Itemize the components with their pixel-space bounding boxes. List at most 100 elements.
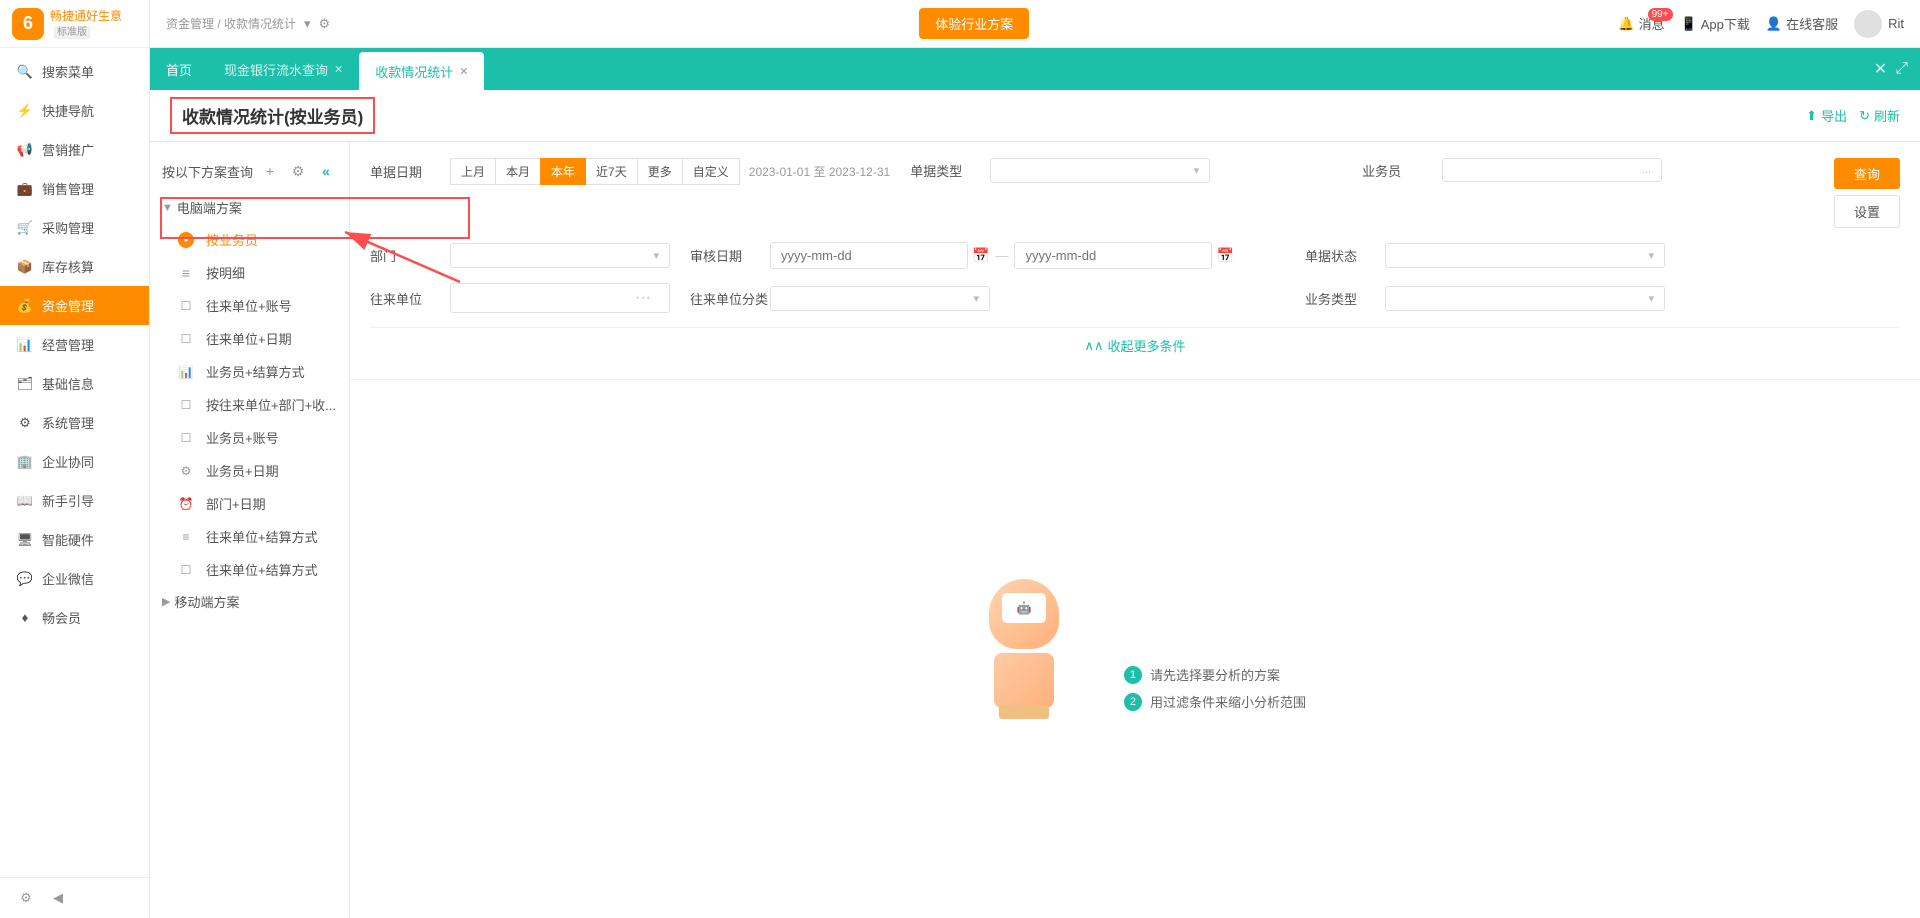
page-header: 收款情况统计(按业务员) ⬆ 导出 ↻ 刷新: [150, 90, 1920, 142]
tab-home[interactable]: 首页: [150, 48, 208, 90]
settings-bottom-icon[interactable]: ⚙: [16, 888, 36, 908]
sidebar-item-wechat[interactable]: 💬 企业微信: [0, 559, 149, 598]
scheme-label: 按明细: [206, 263, 245, 282]
add-scheme-icon[interactable]: +: [259, 160, 281, 182]
sidebar-item-system[interactable]: ⚙ 系统管理: [0, 403, 149, 442]
content-area: 按以下方案查询 + ⚙ « ▼ 电脑端方案 ● 按业务员 ≡: [150, 142, 1920, 918]
enterprise-icon: 🏢: [16, 453, 34, 471]
sidebar-item-label: 销售管理: [42, 179, 94, 198]
sidebar-item-search[interactable]: 🔍 搜索菜单: [0, 52, 149, 91]
tip-text-1: 请先选择要分析的方案: [1150, 665, 1280, 684]
sidebar-item-quick-nav[interactable]: ⚡ 快捷导航: [0, 91, 149, 130]
sales-icon: 💼: [16, 180, 34, 198]
breadcrumb-dropdown-icon[interactable]: ▾: [304, 16, 311, 32]
counterpart-type-arrow-icon: ▾: [973, 292, 979, 305]
panel-header-label: 按以下方案查询: [162, 162, 253, 181]
scheme-item-unit-settle2[interactable]: ☐ 往来单位+结算方式: [150, 553, 349, 586]
stock-icon: 📦: [16, 258, 34, 276]
logo-icon: 6: [12, 8, 44, 40]
query-button[interactable]: 查询: [1834, 158, 1900, 189]
tab-collection-stats[interactable]: 收款情况统计 ✕: [359, 52, 484, 90]
sidebar-item-label: 资金管理: [42, 296, 94, 315]
export-button[interactable]: ⬆ 导出: [1806, 106, 1847, 125]
doc-status-select[interactable]: ▾: [1385, 243, 1665, 268]
scheme-item-by-detail[interactable]: ≡ 按明细: [150, 256, 349, 289]
system-icon: ⚙: [16, 414, 34, 432]
tab-close-all-icon[interactable]: ✕: [1874, 59, 1887, 79]
app-download[interactable]: 📱 App下载: [1681, 14, 1750, 33]
scheme-item-unit-account[interactable]: ☐ 往来单位+账号: [150, 289, 349, 322]
counterpart-more-icon[interactable]: ···: [635, 289, 651, 307]
sidebar-item-marketing[interactable]: 📢 营销推广: [0, 130, 149, 169]
calendar-to-icon[interactable]: 📅: [1216, 247, 1233, 264]
salesperson-select[interactable]: ...: [1442, 158, 1662, 182]
sidebar-item-enterprise[interactable]: 🏢 企业协同: [0, 442, 149, 481]
scheme-item-sales-account[interactable]: ☐ 业务员+账号: [150, 421, 349, 454]
basic-icon: 🗂: [16, 375, 34, 393]
tab-expand-icon[interactable]: ⤢: [1895, 60, 1908, 78]
logo-badge: 标准版: [54, 26, 90, 39]
trial-button[interactable]: 体验行业方案: [919, 8, 1029, 39]
robot-illustration: 🤖: [964, 579, 1084, 719]
scheme-item-sales-date[interactable]: ⚙ 业务员+日期: [150, 454, 349, 487]
counterpart-type-label: 往来单位分类: [690, 289, 770, 308]
date-btn-7days[interactable]: 近7天: [585, 158, 638, 185]
date-btn-this-year[interactable]: 本年: [540, 158, 586, 185]
date-btn-last-month[interactable]: 上月: [450, 158, 496, 185]
guide-icon: 📖: [16, 492, 34, 510]
desktop-scheme-label: 电脑端方案: [177, 198, 242, 217]
notification-area[interactable]: 🔔 消息 99+: [1618, 14, 1664, 33]
sidebar-item-finance[interactable]: 💰 资金管理: [0, 286, 149, 325]
sidebar-item-smart-hw[interactable]: 🖥 智能硬件: [0, 520, 149, 559]
detail-icon: ≡: [178, 265, 194, 281]
date-btn-this-month[interactable]: 本月: [495, 158, 541, 185]
collapse-sidebar-icon[interactable]: ◀: [48, 888, 68, 908]
doc-type-arrow-icon: ▾: [1194, 164, 1200, 177]
date-range-text: 2023-01-01 至 2023-12-31: [749, 163, 890, 180]
sidebar-item-operation[interactable]: 📊 经营管理: [0, 325, 149, 364]
counterpart-type-select[interactable]: ▾: [770, 286, 990, 311]
scheme-item-by-salesperson[interactable]: ● 按业务员: [150, 223, 349, 256]
mobile-scheme-title[interactable]: ▶ 移动端方案: [150, 586, 349, 617]
scheme-item-dept-date[interactable]: ⏰ 部门+日期: [150, 487, 349, 520]
desktop-scheme-title[interactable]: ▼ 电脑端方案: [150, 192, 349, 223]
date-btn-custom[interactable]: 自定义: [682, 158, 740, 185]
tab-bank-flow[interactable]: 现金银行流水查询 ✕: [208, 48, 359, 90]
date-btn-more[interactable]: 更多: [637, 158, 683, 185]
sidebar-item-guide[interactable]: 📖 新手引导: [0, 481, 149, 520]
counterpart-select[interactable]: ···: [450, 283, 670, 313]
tab-bank-flow-close[interactable]: ✕: [334, 63, 343, 76]
dept-select[interactable]: ▾: [450, 243, 670, 268]
sidebar-item-purchase[interactable]: 🛒 采购管理: [0, 208, 149, 247]
sidebar-item-sales[interactable]: 💼 销售管理: [0, 169, 149, 208]
user-name: Rit: [1888, 16, 1904, 31]
doc-type-select[interactable]: ▾: [990, 158, 1210, 183]
user-avatar[interactable]: Rit: [1854, 10, 1904, 38]
header-right: 🔔 消息 99+ 📱 App下载 👤 在线客服 Rit: [1618, 10, 1904, 38]
collapse-filter-button[interactable]: ∧∧ 收起更多条件: [370, 327, 1900, 363]
collapse-label: 收起更多条件: [1108, 336, 1186, 355]
sidebar-item-stock[interactable]: 📦 库存核算: [0, 247, 149, 286]
settings-scheme-icon[interactable]: ⚙: [287, 160, 309, 182]
sidebar-item-basic[interactable]: 🗂 基础信息: [0, 364, 149, 403]
scheme-item-unit-settle1[interactable]: ≡ 往来单位+结算方式: [150, 520, 349, 553]
sidebar-item-label: 库存核算: [42, 257, 94, 276]
biz-type-select[interactable]: ▾: [1385, 286, 1665, 311]
review-date-to[interactable]: [1014, 242, 1212, 269]
set-button[interactable]: 设置: [1834, 195, 1900, 228]
collapse-panel-icon[interactable]: «: [315, 160, 337, 182]
tab-collection-stats-close[interactable]: ✕: [459, 65, 468, 78]
app-download-icon: 📱: [1681, 16, 1697, 32]
calendar-from-icon[interactable]: 📅: [972, 247, 989, 264]
search-icon: 🔍: [16, 63, 34, 81]
sidebar-item-member[interactable]: ♦ 畅会员: [0, 598, 149, 637]
scheme-item-unit-date[interactable]: ☐ 往来单位+日期: [150, 322, 349, 355]
header-settings-icon[interactable]: ⚙: [319, 16, 331, 32]
online-service[interactable]: 👤 在线客服: [1766, 14, 1838, 33]
scheme-item-sales-settle[interactable]: 📊 业务员+结算方式: [150, 355, 349, 388]
sidebar-item-label: 搜索菜单: [42, 62, 94, 81]
desktop-scheme-group: ▼ 电脑端方案 ● 按业务员 ≡ 按明细 ☐ 往来单位+账号 ☐ 往: [150, 192, 349, 586]
scheme-item-unit-dept-collect[interactable]: ☐ 按往来单位+部门+收...: [150, 388, 349, 421]
refresh-button[interactable]: ↻ 刷新: [1859, 106, 1900, 125]
review-date-from[interactable]: [770, 242, 968, 269]
